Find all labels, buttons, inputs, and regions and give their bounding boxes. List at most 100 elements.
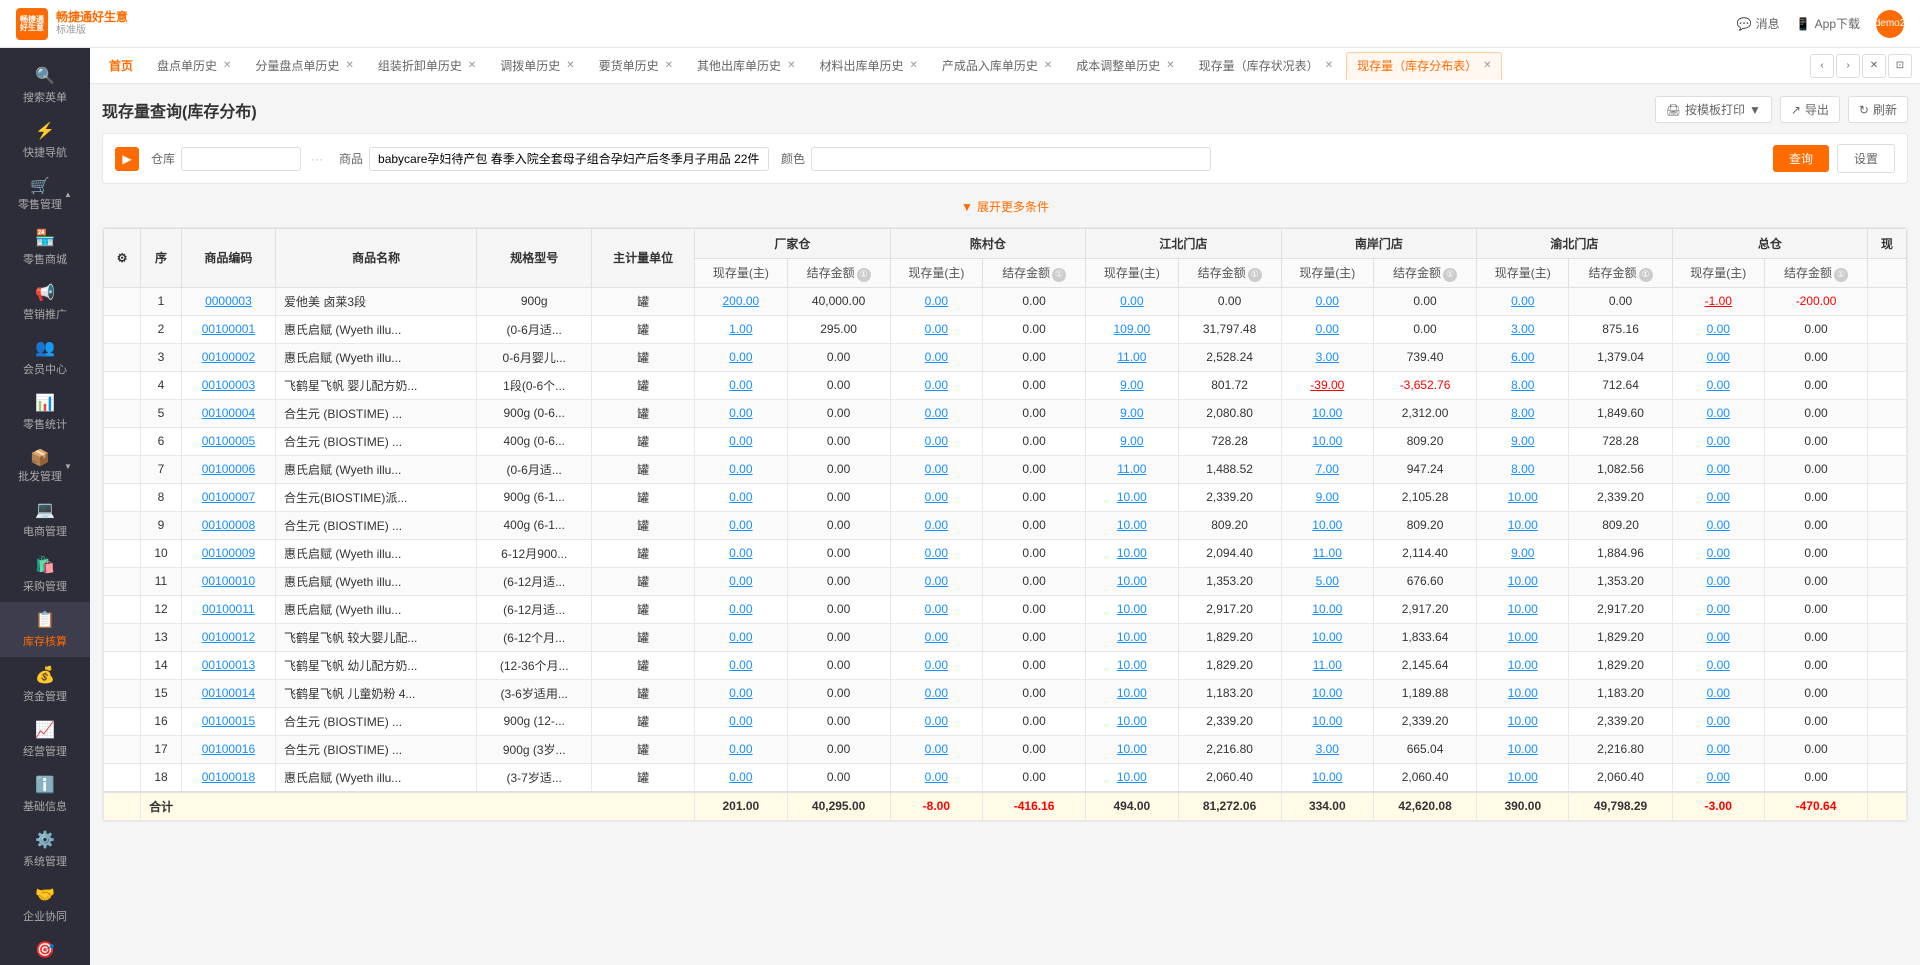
cell-code[interactable]: 00100005	[181, 427, 275, 455]
cell-f-qty[interactable]: 0.00	[695, 595, 787, 623]
cell-c-qty[interactable]: 0.00	[890, 315, 982, 343]
close-icon[interactable]: ✕	[1044, 60, 1052, 71]
tab-expand-btn[interactable]: ⊡	[1888, 54, 1912, 78]
tab-transfer[interactable]: 调拨单历史 ✕	[489, 52, 585, 80]
cell-f-qty[interactable]: 0.00	[695, 399, 787, 427]
close-icon[interactable]: ✕	[909, 60, 917, 71]
filter-toggle-btn[interactable]: ▶	[115, 147, 139, 171]
cell-jb-qty[interactable]: 109.00	[1086, 315, 1178, 343]
cell-na-qty[interactable]: 10.00	[1281, 679, 1373, 707]
sidebar-item-business[interactable]: 📈 经营管理	[0, 712, 90, 767]
cell-c-qty[interactable]: 0.00	[890, 399, 982, 427]
cell-total-qty[interactable]: 0.00	[1672, 707, 1764, 735]
sidebar-item-members[interactable]: 👥 会员中心	[0, 330, 90, 385]
sidebar-item-basic[interactable]: ℹ️ 基础信息	[0, 767, 90, 822]
cell-jb-qty[interactable]: 11.00	[1086, 455, 1178, 483]
tab-production-in[interactable]: 产成品入库单历史 ✕	[931, 52, 1063, 80]
info-icon[interactable]: ①	[1639, 268, 1653, 282]
cell-c-qty[interactable]: 0.00	[890, 679, 982, 707]
close-icon[interactable]: ✕	[1483, 60, 1491, 71]
cell-code[interactable]: 00100003	[181, 371, 275, 399]
close-icon[interactable]: ✕	[1166, 60, 1174, 71]
cell-code[interactable]: 0000003	[181, 287, 275, 315]
cell-total-qty[interactable]: 0.00	[1672, 399, 1764, 427]
cell-c-qty[interactable]: 0.00	[890, 707, 982, 735]
cell-na-qty[interactable]: 10.00	[1281, 511, 1373, 539]
close-icon[interactable]: ✕	[665, 60, 673, 71]
cell-yb-qty[interactable]: 9.00	[1477, 539, 1569, 567]
cell-code[interactable]: 00100015	[181, 707, 275, 735]
tab-split-stockcount[interactable]: 分量盘点单历史 ✕	[244, 52, 364, 80]
cell-jb-qty[interactable]: 10.00	[1086, 707, 1178, 735]
cell-yb-qty[interactable]: 10.00	[1477, 483, 1569, 511]
cell-f-qty[interactable]: 0.00	[695, 371, 787, 399]
tab-close-all-btn[interactable]: ✕	[1862, 54, 1886, 78]
refresh-btn[interactable]: ↻ 刷新	[1848, 96, 1908, 123]
cell-code[interactable]: 00100013	[181, 651, 275, 679]
cell-code[interactable]: 00100007	[181, 483, 275, 511]
sidebar-item-quicknav[interactable]: ⚡ 快捷导航	[0, 113, 90, 168]
cell-total-qty[interactable]: 0.00	[1672, 539, 1764, 567]
cell-yb-qty[interactable]: 10.00	[1477, 595, 1569, 623]
cell-c-qty[interactable]: 0.00	[890, 567, 982, 595]
cell-total-qty[interactable]: 0.00	[1672, 511, 1764, 539]
cell-jb-qty[interactable]: 10.00	[1086, 511, 1178, 539]
app-download-btn[interactable]: 📱 App下载	[1796, 15, 1860, 32]
cell-na-qty[interactable]: 5.00	[1281, 567, 1373, 595]
cell-f-qty[interactable]: 0.00	[695, 427, 787, 455]
user-avatar[interactable]: demo2	[1876, 10, 1904, 38]
cell-code[interactable]: 00100016	[181, 735, 275, 763]
cell-total-qty[interactable]: 0.00	[1672, 595, 1764, 623]
close-icon[interactable]: ✕	[468, 60, 476, 71]
sidebar-item-ecom[interactable]: 💻 电商管理	[0, 492, 90, 547]
close-icon[interactable]: ✕	[566, 60, 574, 71]
cell-code[interactable]: 00100009	[181, 539, 275, 567]
cell-code[interactable]: 00100010	[181, 567, 275, 595]
cell-total-qty[interactable]: 0.00	[1672, 427, 1764, 455]
sidebar-item-search[interactable]: 🔍 搜索英单	[0, 58, 90, 113]
cell-f-qty[interactable]: 0.00	[695, 707, 787, 735]
cell-f-qty[interactable]: 0.00	[695, 679, 787, 707]
cell-code[interactable]: 00100012	[181, 623, 275, 651]
cell-yb-qty[interactable]: 8.00	[1477, 399, 1569, 427]
setting-btn[interactable]: 设置	[1837, 144, 1895, 173]
cell-code[interactable]: 00100008	[181, 511, 275, 539]
cell-f-qty[interactable]: 0.00	[695, 343, 787, 371]
sidebar-item-marketing[interactable]: 📢 营销推广	[0, 275, 90, 330]
search-btn[interactable]: 查询	[1773, 145, 1829, 172]
tab-prev-btn[interactable]: ‹	[1810, 54, 1834, 78]
sidebar-item-guide[interactable]: 🎯 新手引导	[0, 932, 90, 965]
cell-total-qty[interactable]: 0.00	[1672, 371, 1764, 399]
cell-yb-qty[interactable]: 6.00	[1477, 343, 1569, 371]
cell-na-qty[interactable]: 10.00	[1281, 623, 1373, 651]
cell-f-qty[interactable]: 0.00	[695, 735, 787, 763]
cell-c-qty[interactable]: 0.00	[890, 511, 982, 539]
tab-inventory-dist[interactable]: 现存量（库存分布表） ✕	[1346, 52, 1502, 80]
cell-na-qty[interactable]: 3.00	[1281, 343, 1373, 371]
close-icon[interactable]: ✕	[345, 60, 353, 71]
info-icon[interactable]: ①	[857, 268, 871, 282]
cell-jb-qty[interactable]: 10.00	[1086, 735, 1178, 763]
cell-yb-qty[interactable]: 10.00	[1477, 707, 1569, 735]
warehouse-input[interactable]	[181, 147, 301, 171]
cell-f-qty[interactable]: 0.00	[695, 567, 787, 595]
sidebar-item-stats[interactable]: 📊 零售统计	[0, 385, 90, 440]
cell-yb-qty[interactable]: 3.00	[1477, 315, 1569, 343]
cell-total-qty[interactable]: 0.00	[1672, 455, 1764, 483]
cell-code[interactable]: 00100018	[181, 763, 275, 792]
cell-c-qty[interactable]: 0.00	[890, 343, 982, 371]
cell-jb-qty[interactable]: 10.00	[1086, 567, 1178, 595]
cell-total-qty[interactable]: 0.00	[1672, 343, 1764, 371]
cell-yb-qty[interactable]: 10.00	[1477, 511, 1569, 539]
cell-jb-qty[interactable]: 10.00	[1086, 595, 1178, 623]
cell-f-qty[interactable]: 0.00	[695, 651, 787, 679]
cell-yb-qty[interactable]: 10.00	[1477, 651, 1569, 679]
sidebar-item-purchase[interactable]: 🛍️ 采购管理	[0, 547, 90, 602]
cell-yb-qty[interactable]: 10.00	[1477, 679, 1569, 707]
export-btn[interactable]: ↗ 导出	[1780, 96, 1840, 123]
cell-jb-qty[interactable]: 10.00	[1086, 539, 1178, 567]
sidebar-item-system[interactable]: ⚙️ 系统管理	[0, 822, 90, 877]
cell-c-qty[interactable]: 0.00	[890, 623, 982, 651]
close-icon[interactable]: ✕	[223, 60, 231, 71]
cell-jb-qty[interactable]: 10.00	[1086, 763, 1178, 792]
